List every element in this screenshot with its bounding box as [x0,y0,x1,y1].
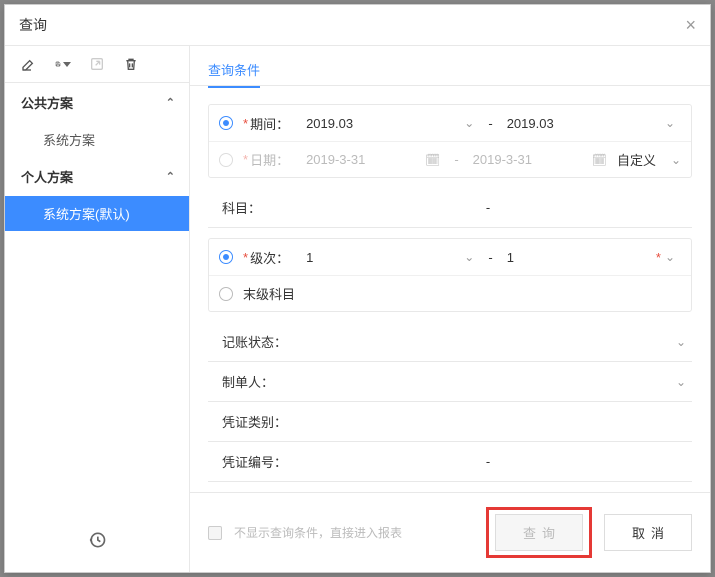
tab-conditions[interactable]: 查询条件 [208,63,260,88]
delete-icon[interactable] [123,56,139,72]
level-from[interactable]: 1 ⌄ [300,250,480,265]
period-to[interactable]: 2019.03 ⌄ [501,116,681,131]
post-status-label: 记账状态： [222,332,290,351]
skip-checkbox-label: 不显示查询条件，直接进入报表 [234,524,474,541]
voucher-no-row[interactable]: 凭证编号： - [208,442,692,482]
voucher-no-value: - [290,454,686,469]
subject-row: 科目： - [208,188,692,228]
sidebar-item-system-default-label: 系统方案(默认) [43,207,130,222]
chevron-down-icon[interactable]: ⌄ [464,250,474,264]
add-filter-button[interactable]: + 添加过滤条件 [208,482,692,492]
voucher-type-label: 凭证类别： [222,412,290,431]
footer: 不显示查询条件，直接进入报表 查询 取消 [190,492,710,572]
sidebar-item-system-default[interactable]: 系统方案(默认) [5,196,189,231]
titlebar: 查询 × [5,5,710,46]
level-label: 级次： [250,248,300,267]
post-status-row[interactable]: 记账状态： ⌄ [208,322,692,362]
query-button[interactable]: 查询 [495,514,583,551]
preparer-label: 制单人： [222,372,290,391]
chevron-down-icon[interactable]: ⌄ [671,153,681,167]
sidebar-group-public-label: 公共方案 [21,93,73,112]
calendar-icon: 🗓 [425,153,440,167]
sidebar-item-system-label: 系统方案 [43,133,95,148]
subject-label: 科目： [222,198,290,217]
sidebar-toolbar [5,46,189,83]
subject-value[interactable]: - [290,200,686,215]
chevron-down-icon[interactable]: ⌄ [665,250,675,264]
voucher-no-label: 凭证编号： [222,452,290,471]
chevron-up-icon: ⌃ [166,96,175,109]
query-button-highlight: 查询 [486,507,592,558]
query-dialog: 查询 × 公共方案 ⌃ [4,4,711,573]
save-dropdown-icon[interactable] [63,62,71,67]
export-icon [89,56,105,72]
sidebar-group-public[interactable]: 公共方案 ⌃ [5,83,189,122]
edit-icon[interactable] [21,56,37,72]
date-to[interactable]: 2019-3-31 🗓 [467,152,613,167]
period-label: 期间： [250,114,300,133]
chevron-down-icon[interactable]: ⌄ [464,116,474,130]
chevron-down-icon[interactable]: ⌄ [676,335,686,349]
date-label: 日期： [250,150,300,169]
sidebar-item-system[interactable]: 系统方案 [5,122,189,157]
history-icon [87,530,107,550]
radio-period[interactable] [219,116,233,130]
radio-leaf[interactable] [219,287,233,301]
close-icon[interactable]: × [685,16,696,34]
radio-level[interactable] [219,250,233,264]
tab-header: 查询条件 [190,46,710,86]
period-card: * 期间： 2019.03 ⌄ - 2019.03 ⌄ [208,104,692,178]
date-row: * 日期： 2019-3-31 🗓 - 2019-3-31 🗓 自定义 [209,141,691,177]
chevron-up-icon: ⌃ [166,170,175,183]
radio-date[interactable] [219,153,233,167]
date-from[interactable]: 2019-3-31 🗓 [300,152,446,167]
level-row: * 级次： 1 ⌄ - 1 * ⌄ [209,239,691,275]
skip-checkbox[interactable] [208,526,222,540]
sidebar-group-private-label: 个人方案 [21,167,73,186]
cancel-button[interactable]: 取消 [604,514,692,551]
level-card: * 级次： 1 ⌄ - 1 * ⌄ [208,238,692,312]
preparer-row[interactable]: 制单人： ⌄ [208,362,692,402]
sidebar: 公共方案 ⌃ 系统方案 个人方案 ⌃ 系统方案(默认) [5,46,190,572]
leaf-label: 末级科目 [243,284,295,303]
history-button[interactable] [5,516,189,572]
voucher-type-row[interactable]: 凭证类别： [208,402,692,442]
conditions-panel: * 期间： 2019.03 ⌄ - 2019.03 ⌄ [190,86,710,492]
save-icon[interactable] [55,56,71,72]
level-to[interactable]: 1 * ⌄ [501,250,681,265]
chevron-down-icon[interactable]: ⌄ [665,116,675,130]
date-custom-select[interactable]: 自定义 [613,150,667,169]
calendar-icon: 🗓 [592,153,607,167]
chevron-down-icon[interactable]: ⌄ [676,375,686,389]
sidebar-group-private[interactable]: 个人方案 ⌃ [5,157,189,196]
dialog-title: 查询 [19,15,47,35]
leaf-row: 末级科目 [209,275,691,311]
period-from[interactable]: 2019.03 ⌄ [300,116,480,131]
period-row: * 期间： 2019.03 ⌄ - 2019.03 ⌄ [209,105,691,141]
